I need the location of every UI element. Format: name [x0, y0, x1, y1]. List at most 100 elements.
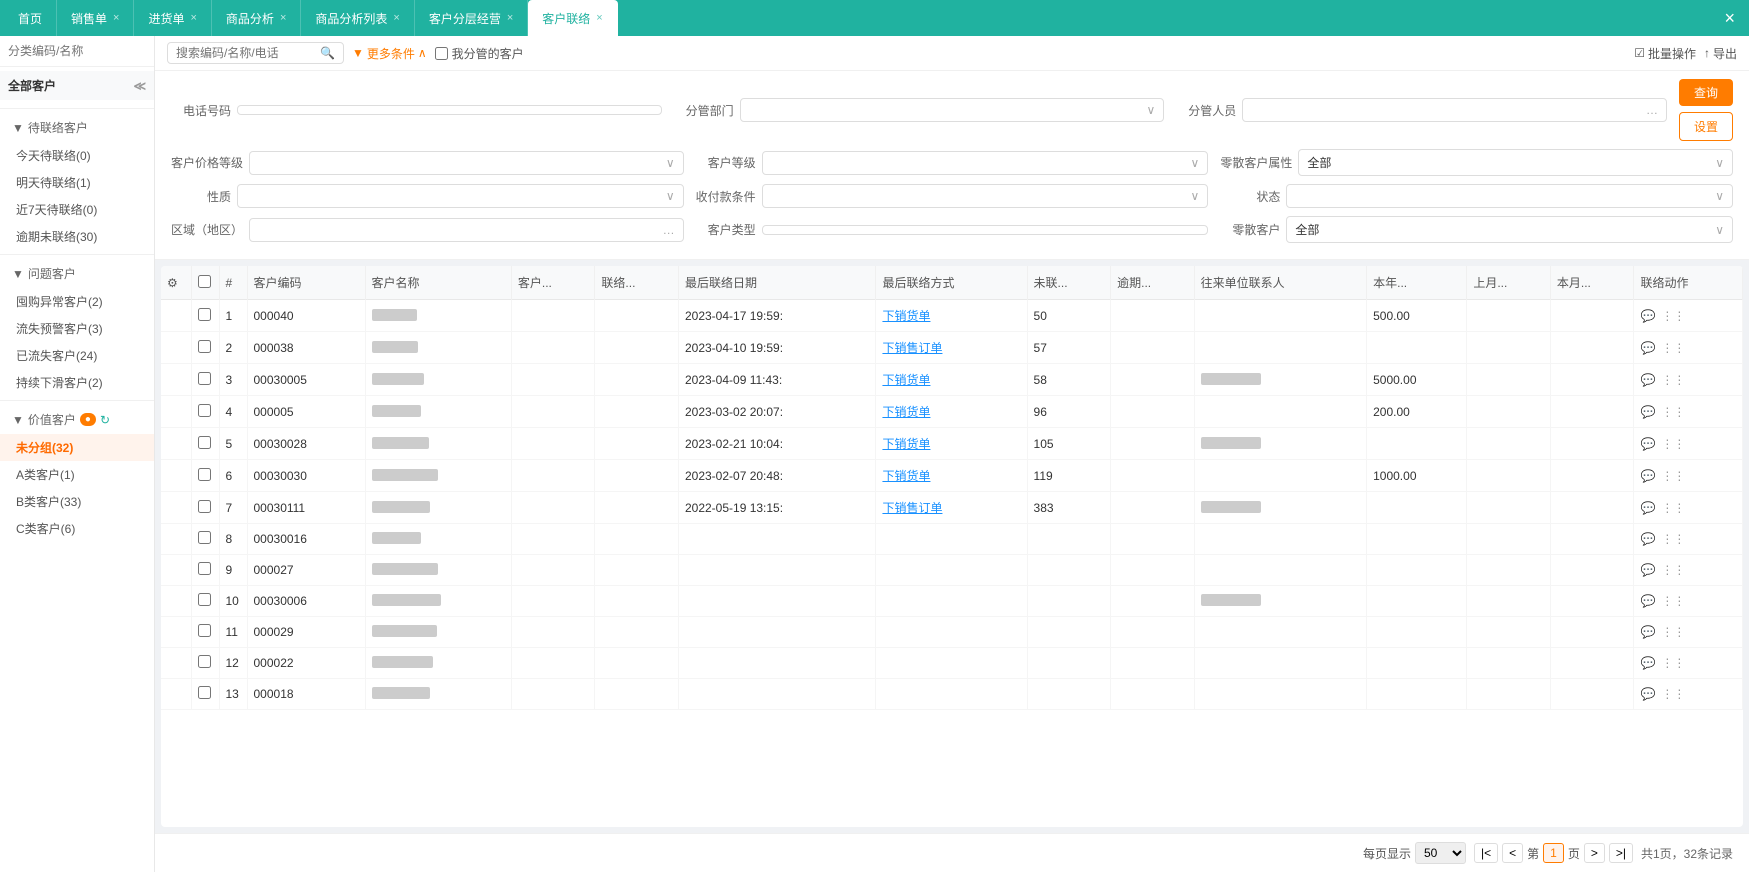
value-refresh-icon[interactable]: ↻	[100, 413, 110, 427]
action-chat-icon[interactable]: 💬	[1640, 309, 1655, 323]
sidebar-a-class[interactable]: A类客户(1)	[0, 461, 154, 488]
row-checkbox[interactable]	[198, 308, 211, 321]
action-grid-icon[interactable]: ⋮⋮	[1661, 625, 1685, 639]
dept-input[interactable]: ∨	[740, 98, 1165, 122]
action-chat-icon[interactable]: 💬	[1640, 594, 1655, 608]
action-grid-icon[interactable]: ⋮⋮	[1661, 341, 1685, 355]
th-last-method[interactable]: 最后联络方式	[876, 266, 1027, 300]
tab-home[interactable]: 首页	[4, 0, 57, 36]
last-method-link[interactable]: 下销售订单	[882, 501, 942, 515]
row-checkbox[interactable]	[198, 340, 211, 353]
th-last-month[interactable]: 上月...	[1467, 266, 1551, 300]
row-checkbox[interactable]	[198, 531, 211, 544]
sidebar-b-class[interactable]: B类客户(33)	[0, 488, 154, 515]
th-customer-code[interactable]: 客户编码	[247, 266, 365, 300]
action-grid-icon[interactable]: ⋮⋮	[1661, 594, 1685, 608]
sidebar-collapse-icon[interactable]: ≪	[133, 79, 146, 93]
filter-search-icon[interactable]: 🔍	[320, 46, 335, 60]
close-all-tabs[interactable]: ×	[1714, 8, 1745, 29]
customer-level-input[interactable]: ∨	[762, 151, 1209, 175]
action-chat-icon[interactable]: 💬	[1640, 532, 1655, 546]
sidebar-tomorrow[interactable]: 明天待联络(1)	[0, 169, 154, 196]
th-checkbox[interactable]	[191, 266, 219, 300]
action-grid-icon[interactable]: ⋮⋮	[1661, 309, 1685, 323]
action-grid-icon[interactable]: ⋮⋮	[1661, 532, 1685, 546]
tab-sales[interactable]: 销售单 ×	[57, 0, 134, 36]
action-grid-icon[interactable]: ⋮⋮	[1661, 405, 1685, 419]
action-chat-icon[interactable]: 💬	[1640, 501, 1655, 515]
first-page-btn[interactable]: |<	[1474, 843, 1498, 863]
action-grid-icon[interactable]: ⋮⋮	[1661, 373, 1685, 387]
last-method-link[interactable]: 下销货单	[882, 437, 930, 451]
th-last-date[interactable]: 最后联络日期	[678, 266, 875, 300]
row-checkbox[interactable]	[198, 404, 211, 417]
sidebar-all-customers-header[interactable]: 全部客户 ≪	[0, 71, 154, 100]
action-chat-icon[interactable]: 💬	[1640, 405, 1655, 419]
row-checkbox[interactable]	[198, 624, 211, 637]
action-chat-icon[interactable]: 💬	[1640, 373, 1655, 387]
action-chat-icon[interactable]: 💬	[1640, 437, 1655, 451]
row-checkbox[interactable]	[198, 655, 211, 668]
row-checkbox[interactable]	[198, 593, 211, 606]
last-page-btn[interactable]: >|	[1609, 843, 1633, 863]
action-grid-icon[interactable]: ⋮⋮	[1661, 437, 1685, 451]
export-btn[interactable]: ↑ 导出	[1704, 45, 1737, 62]
prev-page-btn[interactable]: <	[1502, 843, 1523, 863]
row-checkbox[interactable]	[198, 686, 211, 699]
tab-analysis-list[interactable]: 商品分析列表 ×	[301, 0, 414, 36]
th-settings[interactable]: ⚙	[161, 266, 191, 300]
sidebar-overdue[interactable]: 逾期未联络(30)	[0, 223, 154, 250]
th-customer-name[interactable]: 客户名称	[365, 266, 511, 300]
sidebar-today[interactable]: 今天待联络(0)	[0, 142, 154, 169]
last-method-link[interactable]: 下销货单	[882, 469, 930, 483]
select-all-checkbox[interactable]	[198, 275, 211, 288]
action-chat-icon[interactable]: 💬	[1640, 563, 1655, 577]
zero-customer-input[interactable]: 全部 ∨	[1286, 216, 1733, 243]
last-method-link[interactable]: 下销货单	[882, 309, 930, 323]
th-no-contact[interactable]: 未联...	[1027, 266, 1111, 300]
next-page-btn[interactable]: >	[1584, 843, 1605, 863]
sidebar-search-input[interactable]	[8, 44, 155, 58]
sidebar-lost[interactable]: 已流失客户(24)	[0, 342, 154, 369]
th-this-month[interactable]: 本月...	[1550, 266, 1634, 300]
current-page[interactable]: 1	[1543, 843, 1564, 863]
sidebar-abnormal[interactable]: 囤购异常客户(2)	[0, 288, 154, 315]
action-chat-icon[interactable]: 💬	[1640, 469, 1655, 483]
tab-analysis[interactable]: 商品分析 ×	[212, 0, 301, 36]
row-checkbox[interactable]	[198, 562, 211, 575]
payment-input[interactable]: ∨	[762, 184, 1209, 208]
region-input[interactable]: …	[249, 218, 684, 242]
query-btn[interactable]: 查询	[1679, 79, 1733, 106]
last-method-link[interactable]: 下销货单	[882, 405, 930, 419]
row-checkbox[interactable]	[198, 468, 211, 481]
last-method-link[interactable]: 下销货单	[882, 373, 930, 387]
sidebar-value-group[interactable]: ▼ 价值客户 ● ↻	[0, 405, 154, 434]
filter-more-btn[interactable]: ▼ 更多条件 ∧	[352, 45, 427, 62]
phone-input[interactable]	[237, 105, 662, 115]
row-checkbox[interactable]	[198, 372, 211, 385]
action-chat-icon[interactable]: 💬	[1640, 656, 1655, 670]
sidebar-decreasing[interactable]: 持续下滑客户(2)	[0, 369, 154, 396]
sidebar-unclassified[interactable]: 未分组(32)	[0, 434, 154, 461]
tab-analysis-list-close[interactable]: ×	[393, 12, 399, 24]
th-overdue[interactable]: 逾期...	[1111, 266, 1195, 300]
tab-customer-segment-close[interactable]: ×	[507, 12, 513, 24]
sidebar-flow[interactable]: 流失预警客户(3)	[0, 315, 154, 342]
sidebar-pending-group[interactable]: ▼ 待联络客户	[0, 113, 154, 142]
action-grid-icon[interactable]: ⋮⋮	[1661, 656, 1685, 670]
tab-sales-close[interactable]: ×	[113, 12, 119, 24]
zero-attr-input[interactable]: 全部 ∨	[1298, 149, 1733, 176]
customer-type-input[interactable]	[762, 225, 1209, 235]
gender-input[interactable]: ∨	[237, 184, 684, 208]
tab-customer-segment[interactable]: 客户分层经营 ×	[415, 0, 528, 36]
row-checkbox[interactable]	[198, 436, 211, 449]
action-chat-icon[interactable]: 💬	[1640, 341, 1655, 355]
sidebar-problem-group[interactable]: ▼ 问题客户	[0, 259, 154, 288]
tab-customer-contact-close[interactable]: ×	[596, 12, 602, 24]
sidebar-c-class[interactable]: C类客户(6)	[0, 515, 154, 542]
per-page-select[interactable]: 50 20 100	[1415, 842, 1466, 864]
person-input[interactable]: …	[1242, 98, 1667, 122]
action-grid-icon[interactable]: ⋮⋮	[1661, 563, 1685, 577]
th-this-year[interactable]: 本年...	[1367, 266, 1467, 300]
sidebar-week[interactable]: 近7天待联络(0)	[0, 196, 154, 223]
